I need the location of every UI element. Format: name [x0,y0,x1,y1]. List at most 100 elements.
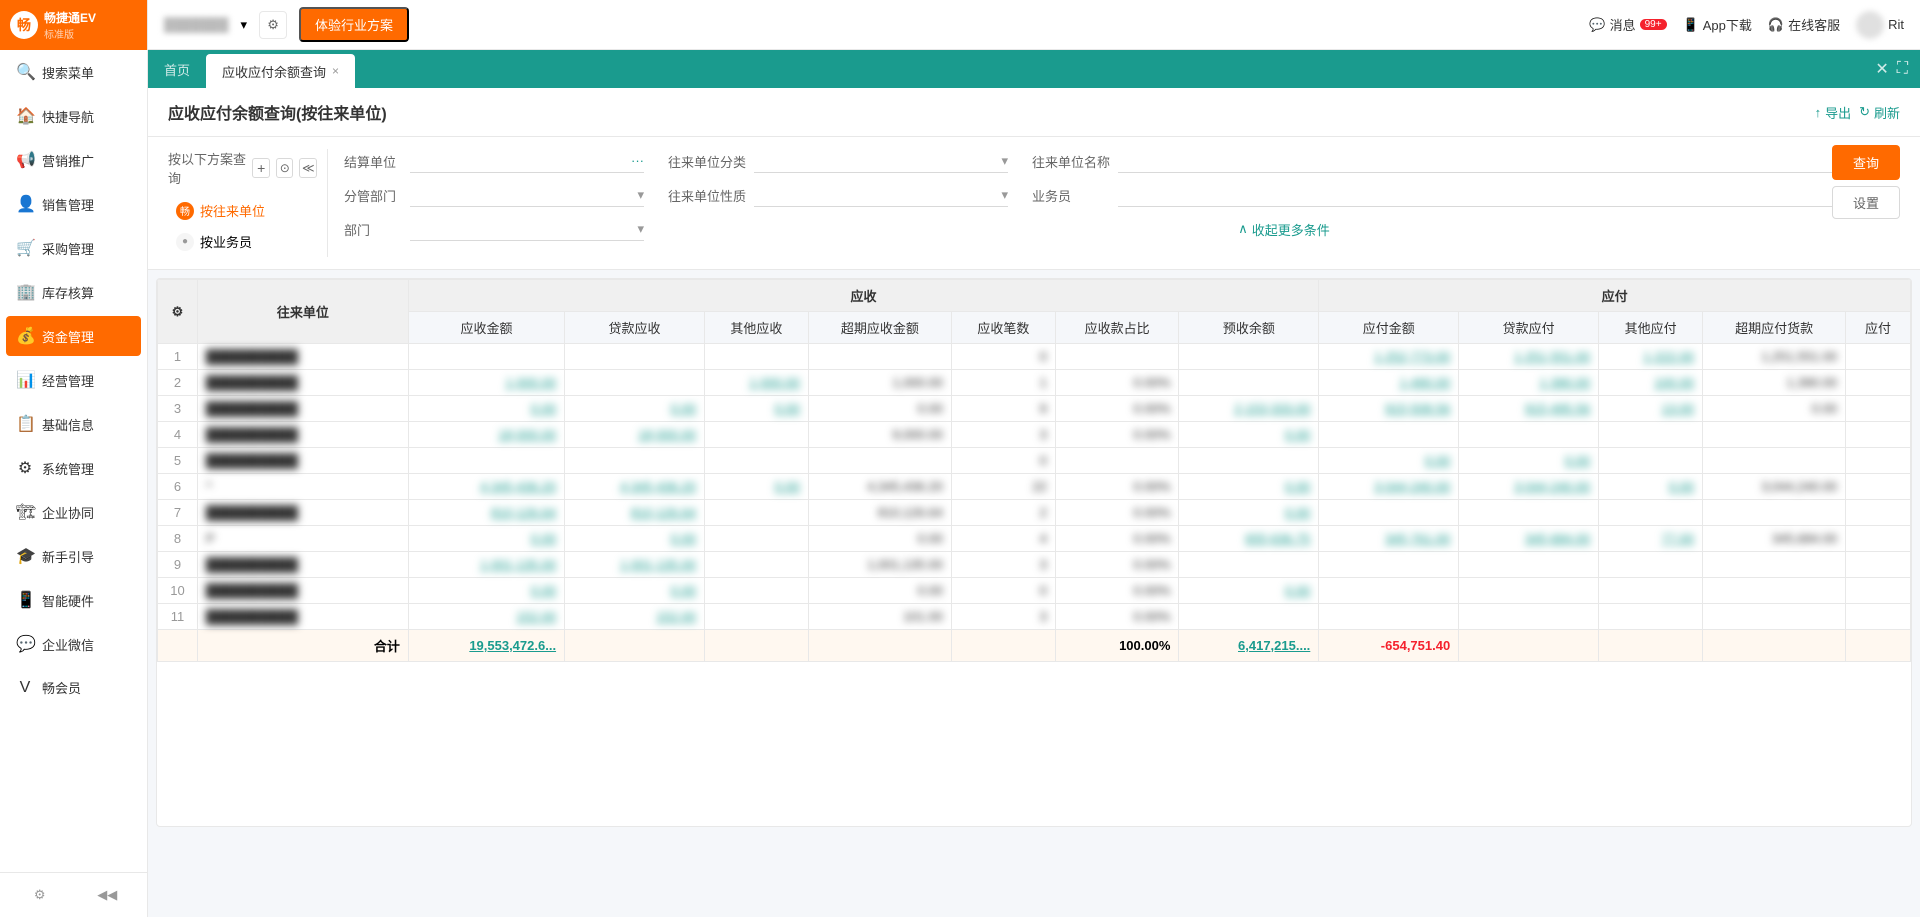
sidebar-item-wechat[interactable]: 💬 企业微信 [0,622,147,666]
row-ar-other[interactable] [704,526,808,552]
row-ap-loan[interactable] [1459,422,1599,448]
row-ap-loan[interactable] [1459,604,1599,630]
row-ap-loan[interactable] [1459,578,1599,604]
sidebar-collapse-btn[interactable]: ◀◀ [76,881,140,909]
row-ap-amount[interactable]: 1,252,773.00 [1319,344,1459,370]
row-ar-prepay[interactable]: 0.00 [1179,474,1319,500]
row-ar-prepay[interactable] [1179,448,1319,474]
row-ar-loan[interactable] [565,344,705,370]
row-ar-other[interactable] [704,578,808,604]
row-ar-amount[interactable]: 4,345,436.20 [408,474,564,500]
row-ar-loan[interactable]: 0.00 [565,526,705,552]
export-button[interactable]: ↑ 导出 [1815,103,1852,122]
row-ap-amount[interactable] [1319,604,1459,630]
row-ar-loan[interactable]: 4,345,436.20 [565,474,705,500]
row-ar-loan[interactable]: 18,000.00 [565,422,705,448]
query-button[interactable]: 查询 [1832,145,1900,180]
row-ar-amount[interactable] [408,344,564,370]
settlement-ellipsis[interactable]: ··· [631,153,644,168]
row-ap-other[interactable] [1599,422,1703,448]
row-ar-other[interactable] [704,344,808,370]
tab-home[interactable]: 首页 [148,50,206,88]
sidebar-item-hardware[interactable]: 📱 智能硬件 [0,578,147,622]
row-ap-other[interactable] [1599,604,1703,630]
sidebar-item-operation[interactable]: 📊 经营管理 [0,358,147,402]
tab-fullscreen-icon[interactable]: ⛶ [1897,60,1908,78]
row-ap-other[interactable]: 13.00 [1599,396,1703,422]
row-ap-other[interactable] [1599,578,1703,604]
refresh-button[interactable]: ↻ 刷新 [1859,103,1900,122]
row-ar-other[interactable] [704,448,808,474]
row-ap-amount[interactable] [1319,552,1459,578]
row-ar-other[interactable] [704,422,808,448]
scheme-by-salesperson[interactable]: ● 按业务员 [168,226,317,257]
row-ap-other[interactable] [1599,552,1703,578]
row-ar-amount[interactable]: 1,001,135.00 [408,552,564,578]
online-service-btn[interactable]: 🎧 在线客服 [1768,15,1840,34]
sidebar-item-vip[interactable]: V 畅会员 [0,666,147,709]
row-ap-amount[interactable]: 1,490.00 [1319,370,1459,396]
sidebar-item-purchase[interactable]: 🛒 采购管理 [0,226,147,270]
row-ar-amount[interactable]: 0.00 [408,396,564,422]
topbar-dropdown[interactable]: ▾ [240,17,247,33]
sidebar-item-sales[interactable]: 👤 销售管理 [0,182,147,226]
row-ar-loan[interactable]: 0.00 [565,578,705,604]
row-ar-other[interactable]: 0.00 [704,396,808,422]
row-ar-prepay[interactable]: 0.00 [1179,500,1319,526]
row-ap-other[interactable] [1599,448,1703,474]
row-ar-prepay[interactable] [1179,344,1319,370]
sidebar-item-inventory[interactable]: 🏢 库存核算 [0,270,147,314]
row-ar-amount[interactable]: 18,000.00 [408,422,564,448]
row-ap-amount[interactable]: 3,044,240.00 [1319,474,1459,500]
sidebar-item-guide[interactable]: 🎓 新手引导 [0,534,147,578]
row-ar-prepay[interactable]: 655,636.75 [1179,526,1319,552]
row-ar-loan[interactable]: 152.00 [565,604,705,630]
row-ar-prepay[interactable]: 2,153,333.00 [1179,396,1319,422]
row-ap-amount[interactable] [1319,578,1459,604]
row-ar-loan[interactable] [565,448,705,474]
row-ap-amount[interactable]: 0.00 [1319,448,1459,474]
row-ap-other[interactable]: 0.00 [1599,474,1703,500]
row-ar-amount[interactable]: 0.00 [408,526,564,552]
row-ap-loan[interactable]: 3,044,240.00 [1459,474,1599,500]
tab-ar-query[interactable]: 应收应付余额查询 × [206,54,355,88]
row-ap-other[interactable]: 1,222.00 [1599,344,1703,370]
department-chevron[interactable]: ▾ [637,221,644,237]
sidebar-item-search[interactable]: 🔍 搜索菜单 [0,50,147,94]
row-ar-amount[interactable] [408,448,564,474]
row-ap-loan[interactable]: 915,495.56 [1459,396,1599,422]
row-ar-loan[interactable]: 1,001,135.00 [565,552,705,578]
sidebar-item-corp[interactable]: 🏗 企业协同 [0,490,147,534]
row-ap-loan[interactable]: 0.00 [1459,448,1599,474]
row-ar-other[interactable] [704,604,808,630]
add-scheme-btn[interactable]: + [252,158,270,178]
row-ap-amount[interactable] [1319,422,1459,448]
promo-button[interactable]: 体验行业方案 [299,7,409,42]
row-ar-other[interactable]: 0.00 [704,474,808,500]
set-button[interactable]: 设置 [1832,186,1900,219]
row-ar-prepay[interactable]: 0.00 [1179,578,1319,604]
row-ar-prepay[interactable] [1179,370,1319,396]
partner-nature-chevron[interactable]: ▾ [1001,187,1008,203]
row-ar-other[interactable] [704,500,808,526]
row-ap-amount[interactable] [1319,500,1459,526]
tab-close-icon[interactable]: × [332,64,339,78]
settings-scheme-btn[interactable]: ⊙ [276,158,294,178]
row-ar-prepay[interactable] [1179,604,1319,630]
topbar-gear-btn[interactable]: ⚙ [259,11,287,39]
sidebar-item-system[interactable]: ⚙ 系统管理 [0,446,147,490]
sidebar-settings-btn[interactable]: ⚙ [8,881,72,909]
row-ar-loan[interactable]: 810,126.64 [565,500,705,526]
col-settings[interactable]: ⚙ [158,280,198,344]
managing-dept-chevron[interactable]: ▾ [637,187,644,203]
sidebar-item-quicknav[interactable]: 🏠 快捷导航 [0,94,147,138]
table-settings-icon[interactable]: ⚙ [172,304,184,319]
row-ap-loan[interactable]: 345,684.00 [1459,526,1599,552]
app-download-btn[interactable]: 📱 App下载 [1683,15,1752,34]
row-ap-other[interactable]: 100.00 [1599,370,1703,396]
row-ap-loan[interactable] [1459,500,1599,526]
row-ar-amount[interactable]: 1,000.00 [408,370,564,396]
row-ar-loan[interactable] [565,370,705,396]
row-ap-loan[interactable]: 1,390.00 [1459,370,1599,396]
message-btn[interactable]: 💬 消息 99+ [1589,15,1666,34]
